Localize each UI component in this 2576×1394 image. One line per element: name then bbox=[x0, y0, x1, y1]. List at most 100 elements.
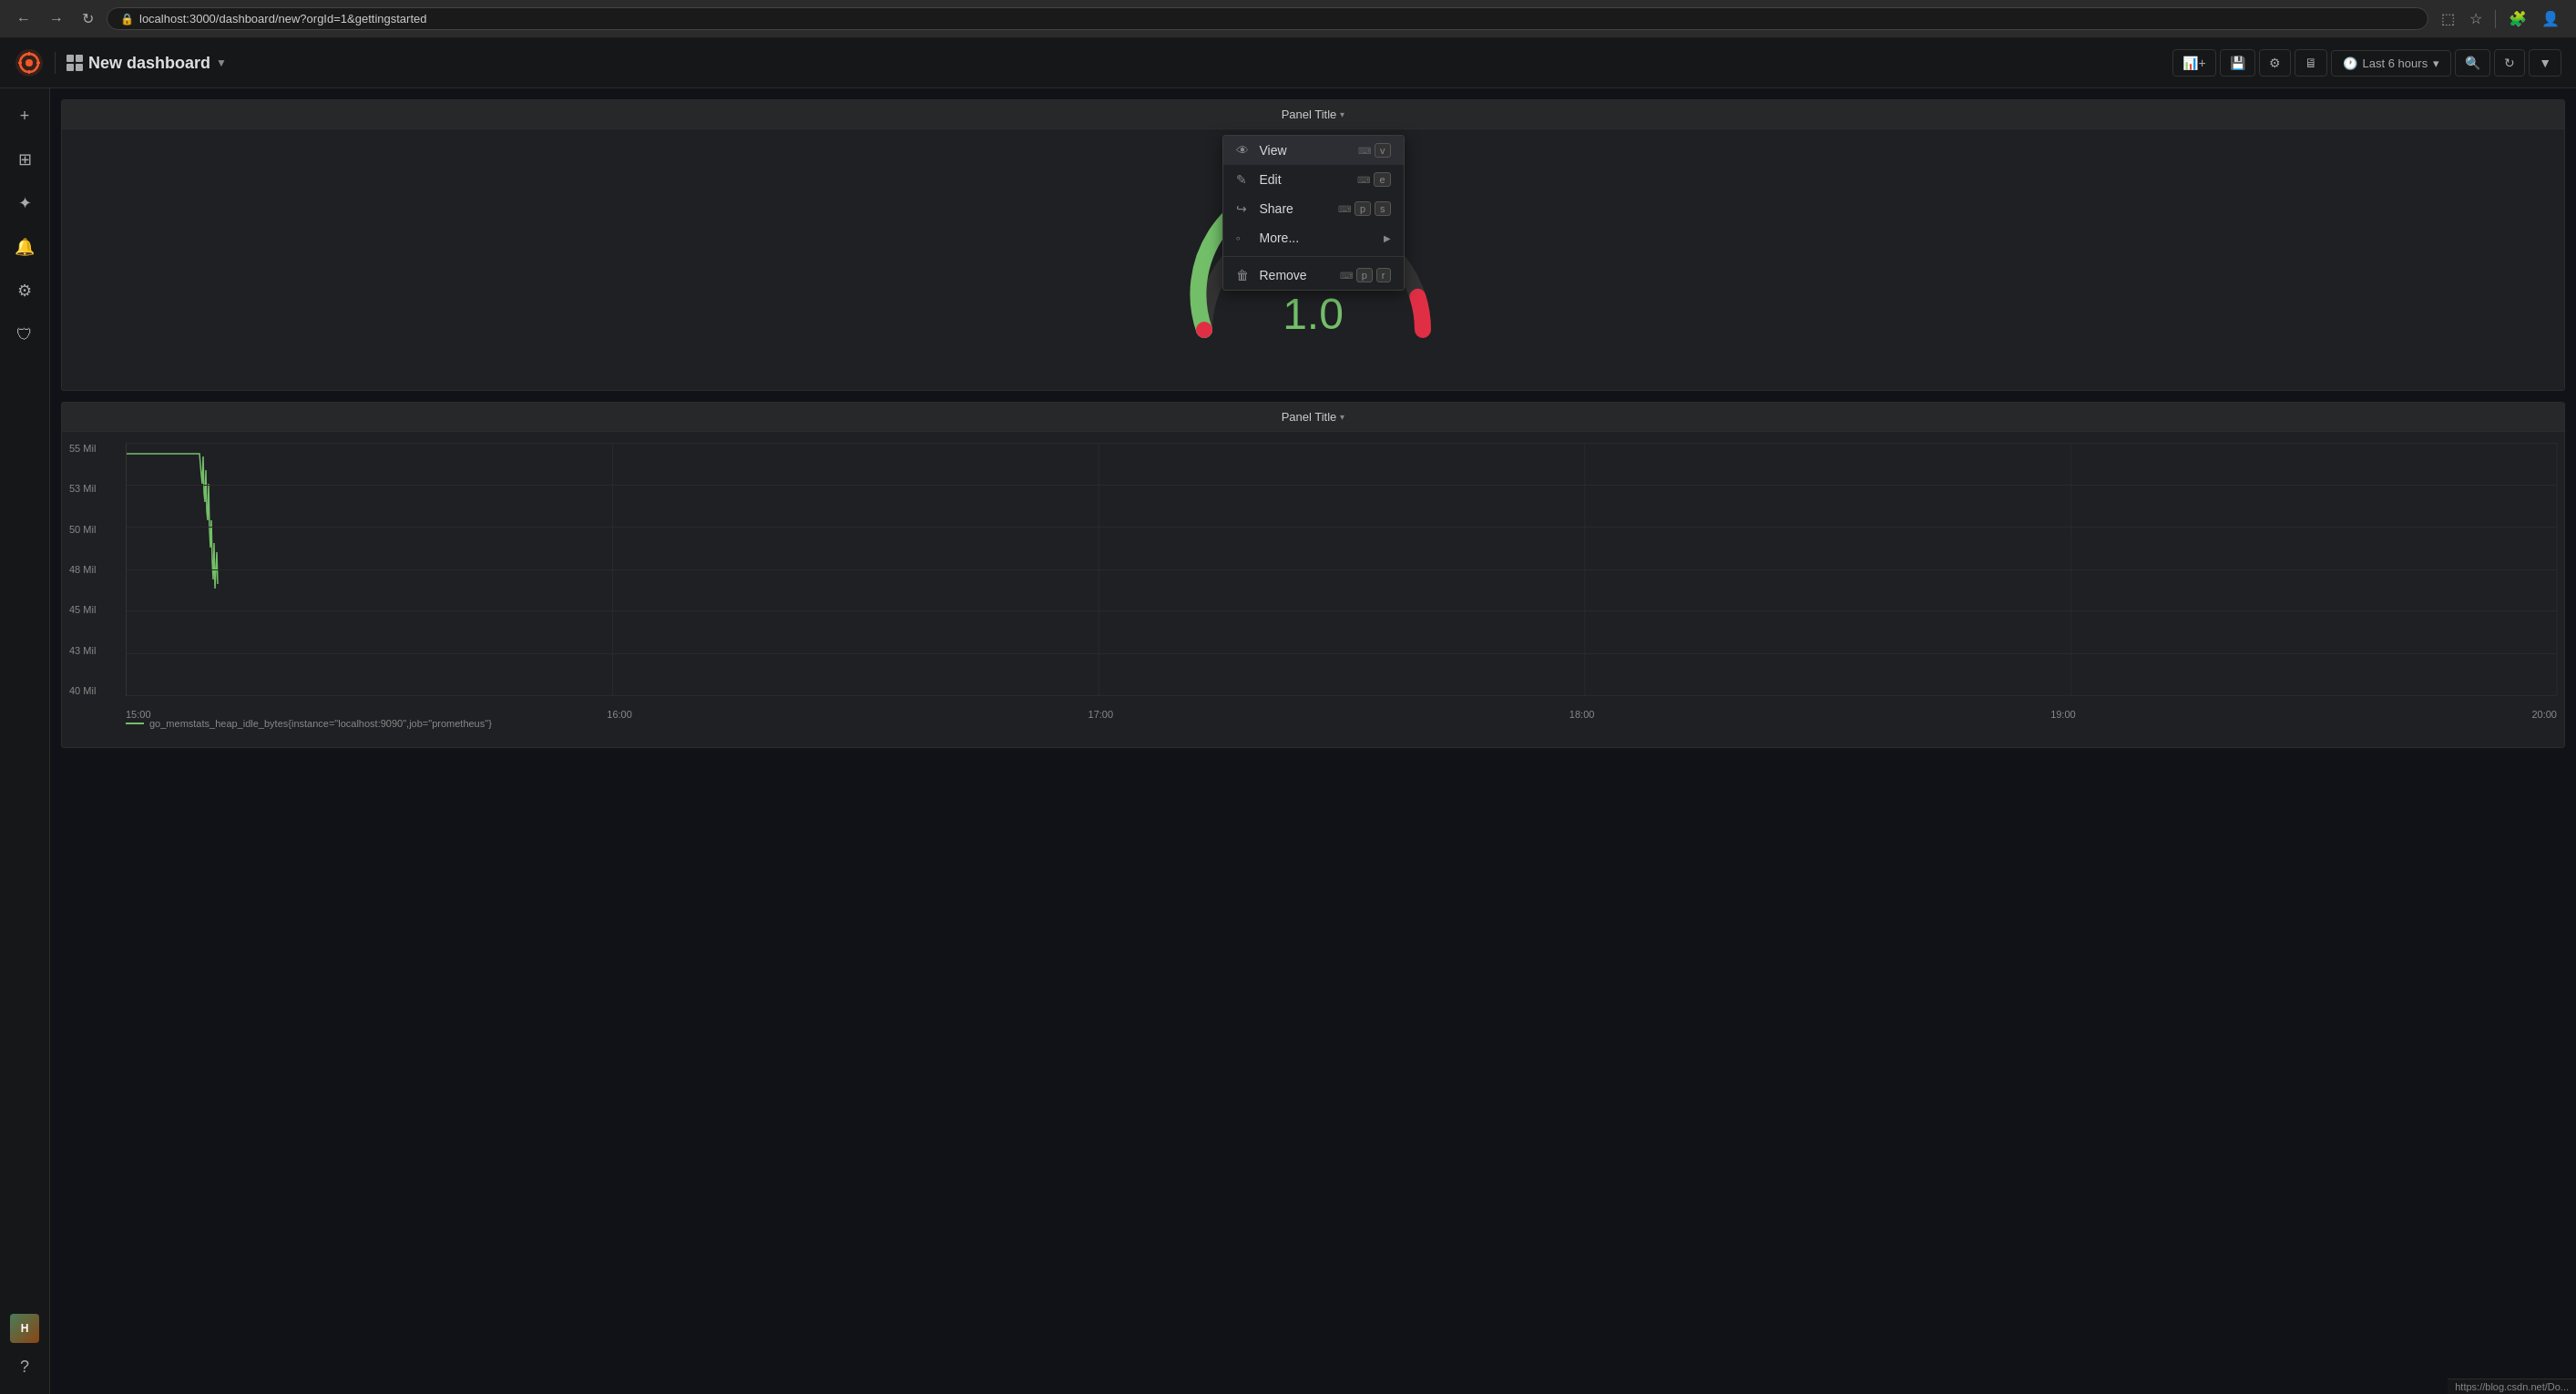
grid-line-5 bbox=[127, 610, 2557, 611]
time-range-button[interactable]: 🕐 Last 6 hours ▾ bbox=[2331, 50, 2452, 77]
y-label-48mil: 48 Mil bbox=[69, 564, 96, 575]
address-bar[interactable]: 🔒 localhost:3000/dashboard/new?orgId=1&g… bbox=[107, 7, 2428, 30]
add-panel-button[interactable]: 📊+ bbox=[2172, 49, 2215, 77]
context-menu-edit[interactable]: ✎ Edit ⌨ e bbox=[1223, 165, 1404, 194]
context-view-shortcut: ⌨ v bbox=[1358, 143, 1391, 158]
sidebar-item-dashboards[interactable]: ⊞ bbox=[5, 139, 45, 179]
chart-y-axis: 55 Mil 53 Mil 50 Mil 48 Mil 45 Mil 43 Mi… bbox=[69, 443, 96, 696]
context-remove-shortcut: ⌨ p r bbox=[1340, 268, 1391, 282]
gauge-panel-title: Panel Title bbox=[1282, 108, 1337, 121]
y-label-50mil: 50 Mil bbox=[69, 524, 96, 535]
svg-point-2 bbox=[26, 59, 33, 67]
context-more-label: More... bbox=[1260, 231, 1375, 245]
x-label-1800: 18:00 bbox=[1569, 709, 1595, 720]
top-nav: New dashboard ▼ 📊+ 💾 ⚙ 🖥 🕐 Last 6 hours … bbox=[0, 38, 2576, 88]
sidebar-item-shield[interactable]: 🛡 bbox=[5, 314, 45, 354]
app: New dashboard ▼ 📊+ 💾 ⚙ 🖥 🕐 Last 6 hours … bbox=[0, 38, 2576, 1394]
eye-icon: 👁 bbox=[1236, 143, 1251, 158]
clock-icon: 🕐 bbox=[2343, 56, 2357, 70]
search-button[interactable]: 🔍 bbox=[2455, 49, 2490, 77]
lock-icon: 🔒 bbox=[120, 13, 134, 26]
shortcut-p: p bbox=[1354, 201, 1371, 216]
sidebar-item-alerting[interactable]: 🔔 bbox=[5, 227, 45, 267]
url-text: localhost:3000/dashboard/new?orgId=1&get… bbox=[139, 12, 426, 26]
context-menu-divider bbox=[1223, 256, 1404, 257]
trash-icon: 🗑 bbox=[1236, 268, 1251, 282]
context-menu-remove[interactable]: 🗑 Remove ⌨ p r bbox=[1223, 261, 1404, 290]
x-label-1600: 16:00 bbox=[607, 709, 632, 720]
sidebar-item-explore[interactable]: ✦ bbox=[5, 183, 45, 223]
save-dashboard-button[interactable]: 💾 bbox=[2220, 49, 2255, 77]
chart-panel: Panel Title ▾ 55 Mil 53 Mil 50 Mil 48 Mi… bbox=[61, 402, 2565, 748]
chart-panel-caret[interactable]: ▾ bbox=[1340, 412, 1344, 422]
shortcut-v: v bbox=[1375, 143, 1391, 158]
context-menu: 👁 View ⌨ v ✎ Edit ⌨ e bbox=[1222, 135, 1405, 291]
more-button[interactable]: ▼ bbox=[2529, 49, 2561, 77]
divider bbox=[2495, 10, 2496, 28]
grid-line-1 bbox=[127, 443, 2557, 444]
x-label-1700: 17:00 bbox=[1089, 709, 1114, 720]
back-button[interactable]: ← bbox=[11, 7, 36, 31]
grid-icon: ⊞ bbox=[18, 149, 32, 169]
compass-icon: ✦ bbox=[18, 193, 32, 213]
context-menu-view[interactable]: 👁 View ⌨ v bbox=[1223, 136, 1404, 165]
legend-line bbox=[126, 723, 144, 724]
grid-line-3 bbox=[127, 527, 2557, 528]
save-icon: 💾 bbox=[2230, 56, 2245, 70]
tv-mode-button[interactable]: 🖥 bbox=[2295, 49, 2327, 77]
shield-icon: 🛡 bbox=[16, 325, 33, 344]
gauge-panel: Panel Title ▾ 👁 View ⌨ v bbox=[61, 99, 2565, 391]
chevron-down-icon: ▼ bbox=[2539, 56, 2551, 70]
bookmark-button[interactable]: ☆ bbox=[2464, 6, 2488, 31]
chart-area bbox=[126, 443, 2557, 696]
time-caret-icon: ▾ bbox=[2433, 56, 2439, 70]
settings-icon: ⚙ bbox=[17, 281, 32, 301]
main-layout: + ⊞ ✦ 🔔 ⚙ 🛡 H ? bbox=[0, 88, 2576, 1394]
bell-icon: 🔔 bbox=[15, 237, 35, 257]
extension-button[interactable]: 🧩 bbox=[2503, 6, 2532, 31]
legend-text: go_memstats_heap_idle_bytes{instance="lo… bbox=[149, 718, 492, 729]
dashboard-content: Panel Title ▾ 👁 View ⌨ v bbox=[50, 88, 2576, 1394]
context-remove-label: Remove bbox=[1260, 268, 1331, 282]
dashboard-title[interactable]: New dashboard bbox=[88, 54, 210, 73]
context-view-label: View bbox=[1260, 143, 1350, 158]
context-edit-label: Edit bbox=[1260, 172, 1349, 187]
context-menu-more[interactable]: ◦ More... ▶ bbox=[1223, 223, 1404, 252]
grid-line-6 bbox=[127, 653, 2557, 654]
user-avatar[interactable]: H bbox=[10, 1314, 39, 1343]
share-icon: ↪ bbox=[1236, 201, 1251, 216]
browser-chrome: ← → ↻ 🔒 localhost:3000/dashboard/new?org… bbox=[0, 0, 2576, 38]
grafana-logo[interactable] bbox=[15, 48, 44, 77]
grid-line-2 bbox=[127, 485, 2557, 486]
cast-button[interactable]: ⬚ bbox=[2436, 6, 2460, 31]
sidebar-item-configuration[interactable]: ⚙ bbox=[5, 271, 45, 311]
sidebar-item-help[interactable]: ? bbox=[5, 1347, 45, 1387]
chart-panel-header[interactable]: Panel Title ▾ bbox=[62, 403, 2564, 432]
dashboard-dropdown-icon[interactable]: ▼ bbox=[216, 56, 227, 69]
shortcut-pr: p bbox=[1356, 268, 1373, 282]
nav-divider bbox=[55, 52, 56, 74]
refresh-button[interactable]: ↻ bbox=[2494, 49, 2525, 77]
time-range-label: Last 6 hours bbox=[2363, 56, 2428, 70]
context-edit-shortcut: ⌨ e bbox=[1357, 172, 1390, 187]
help-icon: ? bbox=[20, 1358, 29, 1377]
sidebar-item-add[interactable]: + bbox=[5, 96, 45, 136]
settings-button[interactable]: ⚙ bbox=[2259, 49, 2291, 77]
gauge-panel-header[interactable]: Panel Title ▾ 👁 View ⌨ v bbox=[62, 100, 2564, 129]
chart-panel-title: Panel Title bbox=[1282, 410, 1337, 424]
forward-button[interactable]: → bbox=[44, 7, 69, 31]
more-arrow-icon: ▶ bbox=[1384, 233, 1391, 243]
browser-actions: ⬚ ☆ 🧩 👤 bbox=[2436, 6, 2565, 31]
top-nav-actions: 📊+ 💾 ⚙ 🖥 🕐 Last 6 hours ▾ 🔍 ↻ bbox=[2172, 49, 2561, 77]
gauge-panel-caret[interactable]: ▾ bbox=[1340, 109, 1344, 119]
y-label-40mil: 40 Mil bbox=[69, 685, 96, 696]
context-share-shortcut: ⌨ p s bbox=[1338, 201, 1391, 216]
context-menu-share[interactable]: ↪ Share ⌨ p s bbox=[1223, 194, 1404, 223]
y-label-43mil: 43 Mil bbox=[69, 645, 96, 656]
gear-icon: ⚙ bbox=[2269, 56, 2281, 70]
reload-button[interactable]: ↻ bbox=[77, 6, 99, 31]
refresh-icon: ↻ bbox=[2504, 56, 2515, 70]
chart-panel-body: 55 Mil 53 Mil 50 Mil 48 Mil 45 Mil 43 Mi… bbox=[62, 432, 2564, 733]
grid-line-7 bbox=[127, 695, 2557, 696]
profile-button[interactable]: 👤 bbox=[2536, 6, 2565, 31]
